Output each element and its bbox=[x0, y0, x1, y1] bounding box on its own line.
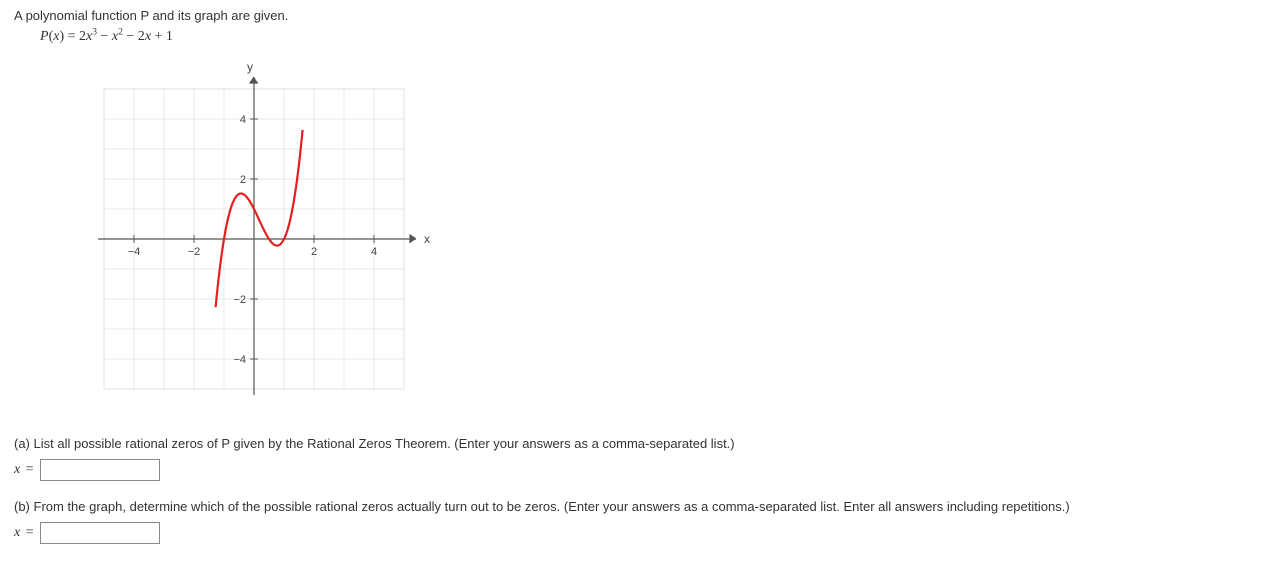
svg-text:−4: −4 bbox=[128, 246, 141, 258]
answer-row-b: x = bbox=[14, 522, 1266, 544]
polynomial-formula: P(x) = 2x3 − x2 − 2x + 1 bbox=[40, 29, 1266, 45]
svg-text:−4: −4 bbox=[233, 354, 246, 366]
question-a: (a) List all possible rational zeros of … bbox=[14, 436, 1266, 451]
answer-row-a: x = bbox=[14, 459, 1266, 481]
svg-text:−2: −2 bbox=[233, 294, 246, 306]
svg-text:4: 4 bbox=[240, 114, 246, 126]
question-b: (b) From the graph, determine which of t… bbox=[14, 499, 1266, 514]
x-equals-label-b: x = bbox=[14, 525, 34, 541]
svg-text:x: x bbox=[424, 232, 430, 246]
svg-text:y: y bbox=[247, 60, 253, 74]
svg-text:2: 2 bbox=[311, 246, 317, 258]
svg-text:4: 4 bbox=[371, 246, 377, 258]
answer-input-b[interactable] bbox=[40, 522, 160, 544]
svg-text:−2: −2 bbox=[188, 246, 201, 258]
problem-intro: A polynomial function P and its graph ar… bbox=[14, 8, 1266, 23]
answer-input-a[interactable] bbox=[40, 459, 160, 481]
polynomial-graph: −4 −2 2 4 −4 −2 2 4 x y bbox=[74, 59, 1266, 422]
x-equals-label-a: x = bbox=[14, 462, 34, 478]
svg-text:2: 2 bbox=[240, 174, 246, 186]
